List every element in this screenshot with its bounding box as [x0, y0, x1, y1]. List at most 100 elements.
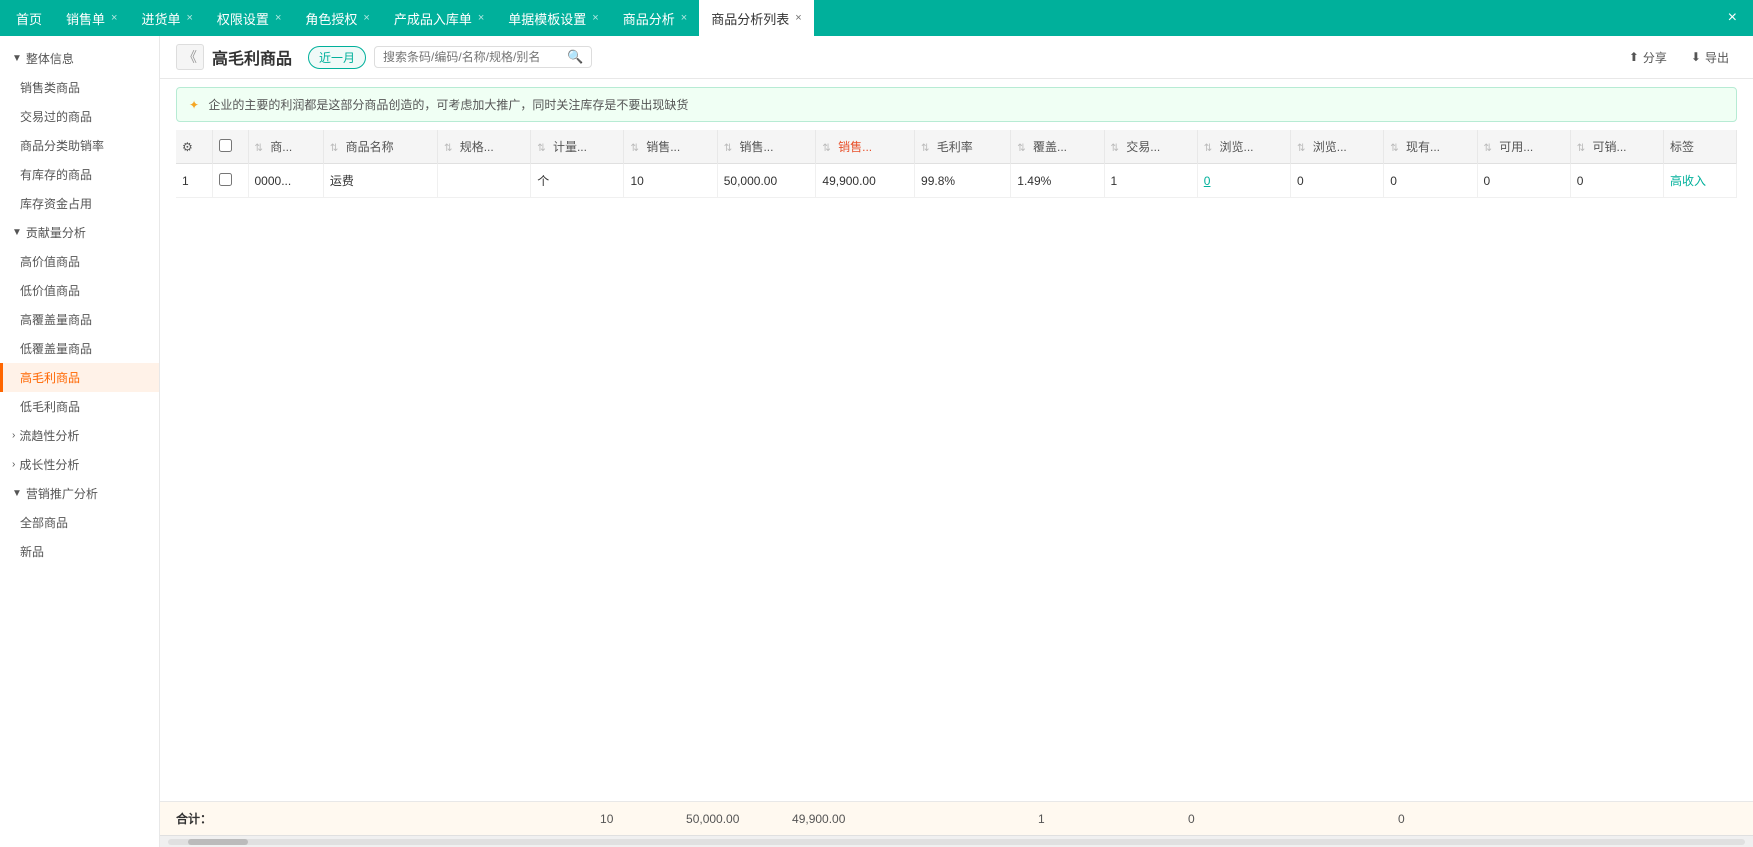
sidebar-item-high-coverage[interactable]: 高覆盖量商品 [0, 305, 159, 334]
select-all-checkbox[interactable] [219, 139, 232, 152]
horizontal-scrollbar[interactable] [160, 835, 1753, 847]
sidebar-group-growth[interactable]: › 成长性分析 [0, 450, 159, 479]
sidebar-group-marketing[interactable]: ▼ 营销推广分析 [0, 479, 159, 508]
sort-icon: ⇅ [724, 143, 732, 154]
col-gross-rate[interactable]: ⇅ 毛利率 [915, 130, 1011, 164]
sidebar-group-flow[interactable]: › 流趋性分析 [0, 421, 159, 450]
col-sales-profit[interactable]: ⇅ 销售... [816, 130, 915, 164]
cell-checkbox[interactable] [212, 164, 248, 198]
top-nav: 首页 销售单 × 进货单 × 权限设置 × 角色授权 × 产成品入库单 × 单据… [0, 0, 1753, 36]
sort-icon: ⇅ [255, 143, 263, 154]
sort-icon: ⇅ [1017, 143, 1025, 154]
sidebar: ▼ 整体信息 销售类商品 交易过的商品 商品分类助销率 有库存的商品 库存资金占… [0, 36, 160, 847]
footer-total-label: 合计： [176, 810, 212, 827]
nav-role-close[interactable]: × [363, 12, 369, 24]
sidebar-item-all-goods[interactable]: 全部商品 [0, 508, 159, 537]
cell-coverage: 1.49% [1011, 164, 1104, 198]
search-icon[interactable]: 🔍 [567, 49, 583, 65]
col-name[interactable]: ⇅ 商品名称 [323, 130, 437, 164]
col-spec[interactable]: ⇅ 规格... [437, 130, 530, 164]
cell-tag: 高收入 [1664, 164, 1737, 198]
sort-icon: ⇅ [921, 143, 929, 154]
export-btn[interactable]: ⬇ 导出 [1683, 46, 1737, 69]
col-checkbox[interactable] [212, 130, 248, 164]
sidebar-item-stock-capital[interactable]: 库存资金占用 [0, 189, 159, 218]
footer-trade: 1 [1038, 812, 1118, 826]
sort-icon: ⇅ [630, 143, 638, 154]
nav-home[interactable]: 首页 [4, 0, 54, 36]
row-checkbox[interactable] [219, 173, 232, 186]
cell-sales-profit: 49,900.00 [816, 164, 915, 198]
nav-analysis-list[interactable]: 商品分析列表 × [699, 0, 813, 36]
cell-sales-amount: 50,000.00 [717, 164, 816, 198]
col-stock-available[interactable]: ⇅ 可用... [1477, 130, 1570, 164]
footer-sales-qty: 10 [600, 812, 670, 826]
share-btn[interactable]: ⬆ 分享 [1621, 46, 1675, 69]
sort-icon: ⇅ [444, 143, 452, 154]
nav-purchase-close[interactable]: × [186, 12, 192, 24]
sidebar-item-new-goods[interactable]: 新品 [0, 537, 159, 566]
nav-purchase[interactable]: 进货单 × [129, 0, 204, 36]
nav-template-close[interactable]: × [592, 12, 598, 24]
sidebar-item-low-coverage[interactable]: 低覆盖量商品 [0, 334, 159, 363]
sidebar-item-high-value[interactable]: 高价值商品 [0, 247, 159, 276]
col-sales-qty[interactable]: ⇅ 销售... [624, 130, 717, 164]
settings-icon[interactable]: ⚙ [182, 140, 193, 154]
col-sales-amount[interactable]: ⇅ 销售... [717, 130, 816, 164]
cell-browse1[interactable]: 0 [1197, 164, 1290, 198]
col-stock-current[interactable]: ⇅ 现有... [1384, 130, 1477, 164]
sort-icon: ⇅ [1204, 143, 1212, 154]
col-stock-saleable[interactable]: ⇅ 可销... [1570, 130, 1663, 164]
share-icon: ⬆ [1629, 50, 1639, 64]
col-browse2[interactable]: ⇅ 浏览... [1291, 130, 1384, 164]
col-browse1[interactable]: ⇅ 浏览... [1197, 130, 1290, 164]
sidebar-item-category-rate[interactable]: 商品分类助销率 [0, 131, 159, 160]
nav-analysis-list-close[interactable]: × [795, 12, 801, 24]
cell-stock-saleable: 0 [1570, 164, 1663, 198]
content-header: 《 高毛利商品 近一月 🔍 ⬆ 分享 ⬇ 导出 [160, 36, 1753, 79]
col-trade[interactable]: ⇅ 交易... [1104, 130, 1197, 164]
table-header-row: ⚙ ⇅ 商... ⇅ 商品名称 [176, 130, 1737, 164]
sidebar-group-contribution[interactable]: ▼ 贡献量分析 [0, 218, 159, 247]
window-close-btn[interactable]: × [1716, 9, 1749, 27]
footer-browse2: 0 [1188, 812, 1258, 826]
nav-product-in-close[interactable]: × [478, 12, 484, 24]
scrollbar-thumb[interactable] [188, 839, 248, 845]
table-row: 1 0000... 运费 个 10 50,000.00 49,900.00 99… [176, 164, 1737, 198]
data-table: ⚙ ⇅ 商... ⇅ 商品名称 [176, 130, 1737, 198]
page-title: 高毛利商品 [212, 45, 292, 69]
sidebar-collapse-btn[interactable]: 《 [176, 44, 204, 70]
sidebar-item-traded-goods[interactable]: 交易过的商品 [0, 102, 159, 131]
sidebar-group-overall[interactable]: ▼ 整体信息 [0, 44, 159, 73]
sort-icon: ⇅ [1577, 143, 1585, 154]
nav-product-in[interactable]: 产成品入库单 × [382, 0, 496, 36]
nav-analysis[interactable]: 商品分析 × [611, 0, 699, 36]
nav-sales[interactable]: 销售单 × [54, 0, 129, 36]
group-overall-arrow: ▼ [12, 53, 22, 64]
cell-stock-available: 0 [1477, 164, 1570, 198]
sidebar-item-in-stock[interactable]: 有库存的商品 [0, 160, 159, 189]
nav-permission[interactable]: 权限设置 × [205, 0, 293, 36]
col-unit[interactable]: ⇅ 计量... [531, 130, 624, 164]
nav-permission-close[interactable]: × [275, 12, 281, 24]
col-tag[interactable]: 标签 [1664, 130, 1737, 164]
info-icon: ✦ [189, 98, 199, 112]
sort-icon: ⇅ [1111, 143, 1119, 154]
nav-role[interactable]: 角色授权 × [293, 0, 381, 36]
sort-icon: ⇅ [330, 143, 338, 154]
search-input[interactable] [383, 50, 563, 64]
cell-gross-rate: 99.8% [915, 164, 1011, 198]
sidebar-item-sales-goods[interactable]: 销售类商品 [0, 73, 159, 102]
nav-analysis-close[interactable]: × [681, 12, 687, 24]
col-settings[interactable]: ⚙ [176, 130, 212, 164]
sidebar-item-low-margin[interactable]: 低毛利商品 [0, 392, 159, 421]
sidebar-item-high-margin[interactable]: 高毛利商品 [0, 363, 159, 392]
nav-sales-close[interactable]: × [111, 12, 117, 24]
sidebar-item-low-value[interactable]: 低价值商品 [0, 276, 159, 305]
filter-recent-month-btn[interactable]: 近一月 [308, 46, 366, 69]
sort-icon: ⇅ [1390, 143, 1398, 154]
col-code[interactable]: ⇅ 商... [248, 130, 323, 164]
group-growth-arrow: › [12, 459, 15, 470]
nav-template[interactable]: 单据模板设置 × [496, 0, 610, 36]
col-coverage[interactable]: ⇅ 覆盖... [1011, 130, 1104, 164]
